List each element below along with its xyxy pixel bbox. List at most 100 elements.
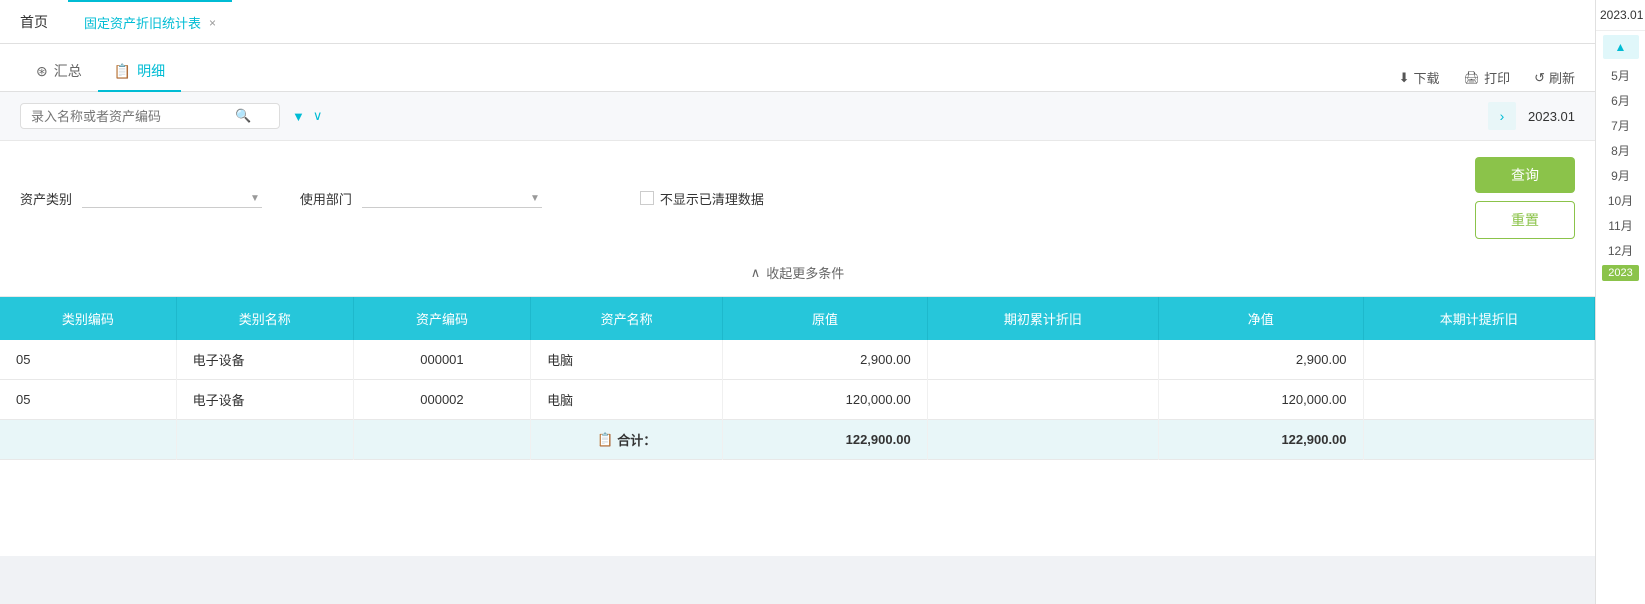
total-category [176, 420, 353, 460]
sidebar-month-8[interactable]: 8月 [1596, 138, 1645, 163]
row2-asset-code: 000002 [353, 380, 530, 420]
row1-current-depreciation [1363, 340, 1594, 380]
search-input[interactable] [31, 109, 231, 124]
refresh-label: 刷新 [1549, 68, 1575, 87]
expand-arrow-btn[interactable]: › [1488, 102, 1516, 130]
row1-code: 05 [0, 340, 176, 380]
refresh-action[interactable]: ↺ 刷新 [1534, 68, 1575, 87]
col-acc-depreciation: 期初累计折旧 [927, 297, 1158, 340]
main-content: ⊛ 汇总 📋 明细 ⬇ 下载 🖨 打印 ↺ 刷新 🔍 [0, 44, 1595, 556]
active-tab[interactable]: 固定资产折旧统计表 × [68, 0, 232, 43]
col-asset-code: 资产编码 [353, 297, 530, 340]
asset-category-select-wrap: ▼ [82, 188, 260, 208]
table-row: 05 电子设备 000001 电脑 2,900.00 2,900.00 [0, 340, 1595, 380]
reset-button[interactable]: 重置 [1475, 201, 1575, 239]
detail-tab-label: 明细 [137, 61, 165, 81]
row1-asset-name: 电脑 [531, 340, 723, 380]
row1-acc-depreciation [927, 340, 1158, 380]
data-table: 类别编码 类别名称 资产编码 资产名称 原值 期初累计折旧 净值 本期计提折旧 … [0, 297, 1595, 460]
print-icon: 🖨 [1464, 70, 1481, 86]
total-icon: 📋 [597, 432, 613, 448]
sidebar-date-top: 2023.01 [1596, 0, 1645, 31]
collapse-label: 收起更多条件 [766, 263, 844, 282]
asset-category-filter: 资产类别 ▼ [20, 188, 260, 208]
total-current-depreciation [1363, 420, 1594, 460]
row2-net-value: 120,000.00 [1159, 380, 1363, 420]
search-bar: 🔍 ▼ ∨ › 2023.01 [0, 92, 1595, 141]
total-label-cell: 📋 合计： [531, 420, 723, 460]
row2-category-name: 电子设备 [176, 380, 353, 420]
search-input-wrap: 🔍 [20, 103, 280, 129]
filter-panel: 资产类别 ▼ 使用部门 ▼ 不显示已清理数 [0, 141, 1595, 297]
total-label: 合计： [617, 430, 656, 449]
tab-label: 固定资产折旧统计表 [84, 13, 201, 32]
download-action[interactable]: ⬇ 下载 [1399, 68, 1440, 87]
department-label: 使用部门 [300, 189, 352, 208]
sidebar-month-9[interactable]: 9月 [1596, 163, 1645, 188]
print-action[interactable]: 🖨 打印 [1464, 68, 1511, 87]
search-icon: 🔍 [235, 108, 251, 124]
sidebar-month-7[interactable]: 7月 [1596, 113, 1645, 138]
col-asset-name: 资产名称 [531, 297, 723, 340]
sidebar-nav-up[interactable]: ▲ [1603, 35, 1639, 59]
hide-cleared-label: 不显示已清理数据 [660, 189, 764, 208]
download-label: 下载 [1414, 68, 1440, 87]
department-select[interactable] [362, 188, 542, 208]
asset-category-label: 资产类别 [20, 189, 72, 208]
summary-tab-label: 汇总 [54, 61, 82, 81]
top-nav: 首页 固定资产折旧统计表 × ✕ [0, 0, 1645, 44]
date-label: 2023.01 [1528, 109, 1575, 124]
hide-cleared-checkbox[interactable] [640, 191, 654, 205]
summary-tab-icon: ⊛ [36, 63, 48, 80]
chevron-up-icon: ∧ [751, 265, 761, 281]
sidebar-month-10[interactable]: 10月 [1596, 188, 1645, 213]
data-table-container: 类别编码 类别名称 资产编码 资产名称 原值 期初累计折旧 净值 本期计提折旧 … [0, 297, 1595, 556]
row2-code: 05 [0, 380, 176, 420]
department-select-wrap: ▼ [362, 188, 540, 208]
asset-category-select[interactable] [82, 188, 262, 208]
sidebar-month-11[interactable]: 11月 [1596, 213, 1645, 238]
more-conditions-btn[interactable]: ▼ ∨ [292, 108, 322, 124]
col-original-value: 原值 [723, 297, 927, 340]
download-icon: ⬇ [1399, 70, 1410, 86]
total-asset-code [353, 420, 530, 460]
col-category-name: 类别名称 [176, 297, 353, 340]
total-acc-depreciation [927, 420, 1158, 460]
right-sidebar: 2023.01 ▲ 5月 6月 7月 8月 9月 10月 11月 12月 202… [1595, 0, 1645, 604]
total-net-value: 122,900.00 [1159, 420, 1363, 460]
row1-net-value: 2,900.00 [1159, 340, 1363, 380]
refresh-icon: ↺ [1534, 70, 1545, 86]
filter-row: 资产类别 ▼ 使用部门 ▼ 不显示已清理数 [20, 157, 1575, 239]
row2-acc-depreciation [927, 380, 1158, 420]
tab-summary[interactable]: ⊛ 汇总 [20, 52, 98, 92]
query-button[interactable]: 查询 [1475, 157, 1575, 193]
row2-asset-name: 电脑 [531, 380, 723, 420]
row1-category-name: 电子设备 [176, 340, 353, 380]
row2-original-value: 120,000.00 [723, 380, 927, 420]
detail-tab-icon: 📋 [114, 63, 131, 80]
filter-buttons: 查询 重置 [1475, 157, 1575, 239]
sub-tab-actions: ⬇ 下载 🖨 打印 ↺ 刷新 [1399, 68, 1575, 91]
tab-close-icon[interactable]: × [209, 16, 216, 30]
table-row: 05 电子设备 000002 电脑 120,000.00 120,000.00 [0, 380, 1595, 420]
home-link[interactable]: 首页 [0, 0, 68, 43]
hide-cleared-wrap: 不显示已清理数据 [640, 189, 764, 208]
row2-current-depreciation [1363, 380, 1594, 420]
print-label: 打印 [1484, 68, 1510, 87]
row1-asset-code: 000001 [353, 340, 530, 380]
collapse-button[interactable]: ∧ 收起更多条件 [20, 255, 1575, 286]
department-filter: 使用部门 ▼ [300, 188, 540, 208]
sidebar-year-badge[interactable]: 2023 [1602, 265, 1638, 281]
filter-icon: ▼ [292, 109, 305, 124]
sidebar-month-6[interactable]: 6月 [1596, 88, 1645, 113]
table-header-row: 类别编码 类别名称 资产编码 资产名称 原值 期初累计折旧 净值 本期计提折旧 [0, 297, 1595, 340]
row1-original-value: 2,900.00 [723, 340, 927, 380]
col-net-value: 净值 [1159, 297, 1363, 340]
col-category-code: 类别编码 [0, 297, 176, 340]
sub-tab-bar: ⊛ 汇总 📋 明细 ⬇ 下载 🖨 打印 ↺ 刷新 [0, 44, 1595, 92]
tab-detail[interactable]: 📋 明细 [98, 52, 181, 92]
total-code [0, 420, 176, 460]
sidebar-month-5[interactable]: 5月 [1596, 63, 1645, 88]
total-original-value: 122,900.00 [723, 420, 927, 460]
sidebar-month-12[interactable]: 12月 [1596, 238, 1645, 263]
